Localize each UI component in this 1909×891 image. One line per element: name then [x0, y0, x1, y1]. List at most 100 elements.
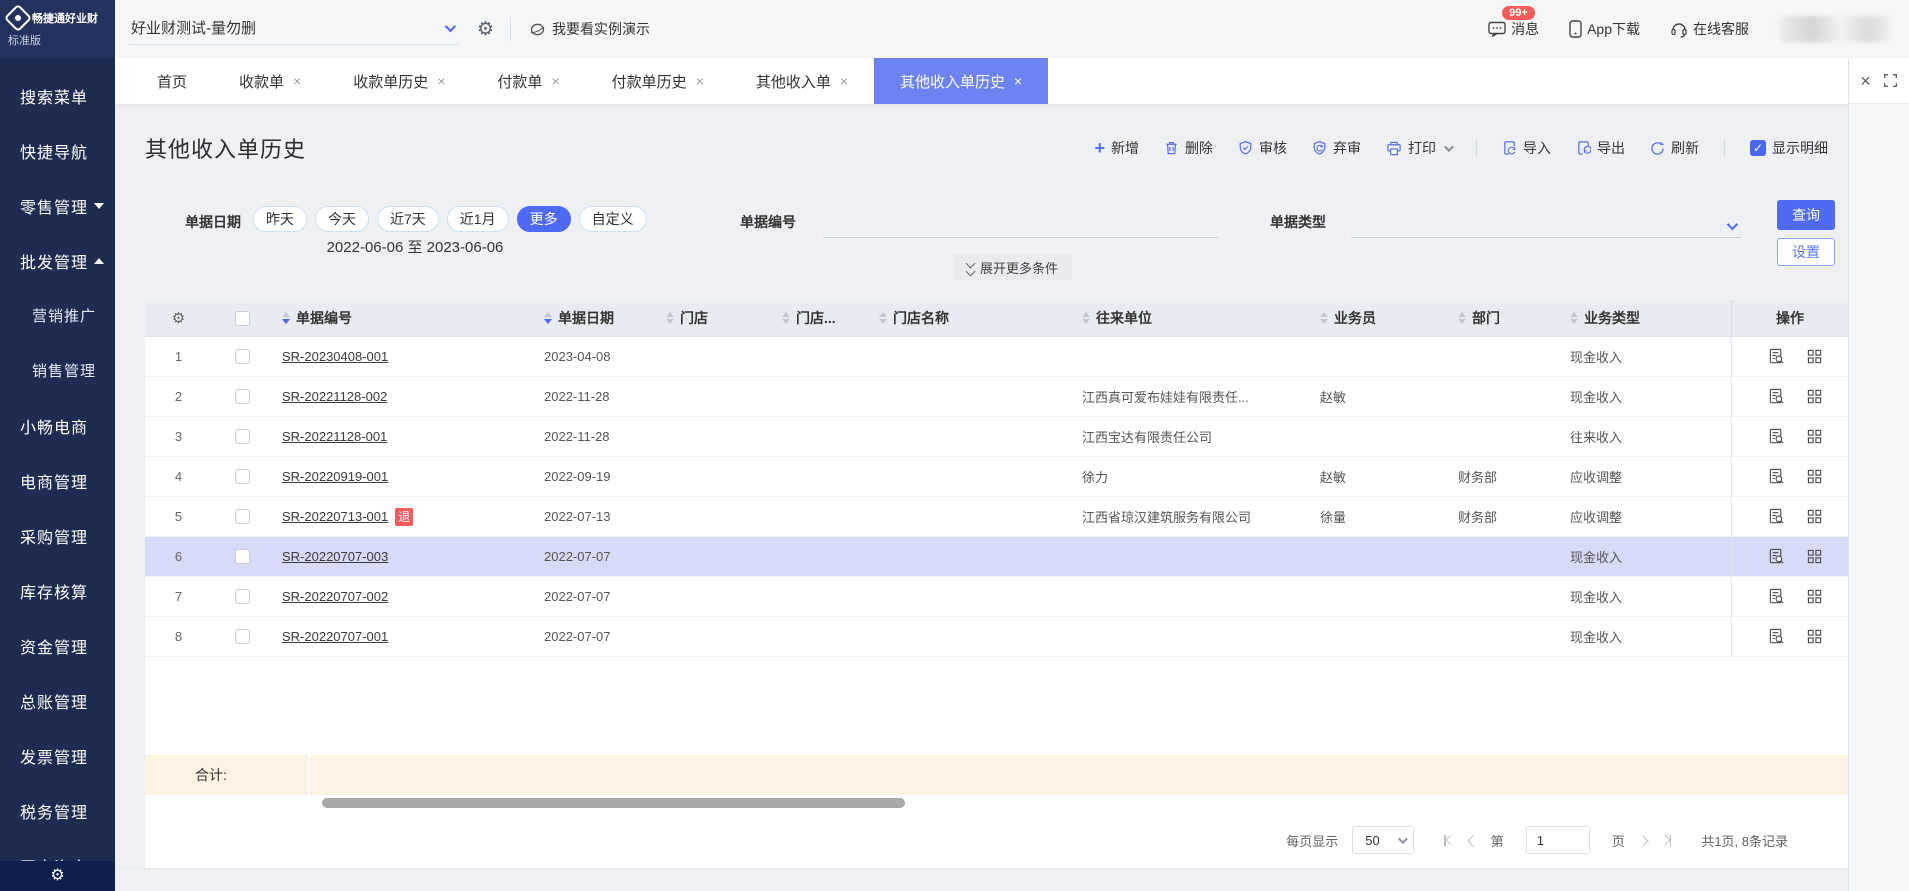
table-row-7[interactable]: 7 SR-20220707-002 2022-07-07 现金收入 — [145, 577, 1848, 617]
column-header-4[interactable]: 门店... — [772, 300, 869, 336]
sidebar-item-3[interactable]: 零售管理 — [0, 178, 115, 233]
tab-close-icon[interactable]: × — [551, 73, 559, 89]
date-pill-昨天[interactable]: 昨天 — [253, 206, 307, 232]
grid-icon[interactable] — [1807, 469, 1822, 484]
sidebar-item-8[interactable]: 电商管理 — [0, 453, 115, 508]
doc-no-link[interactable]: SR-20220707-002 — [282, 589, 388, 604]
doc-search-icon[interactable] — [1768, 548, 1785, 565]
doc-no-link[interactable]: SR-20230408-001 — [282, 349, 388, 364]
sort-icon[interactable] — [282, 312, 290, 324]
settings-button[interactable]: 设置 — [1777, 238, 1835, 266]
tab-close-icon[interactable]: × — [437, 73, 445, 89]
tab-close-icon[interactable]: × — [1014, 73, 1022, 89]
toolbar-button-删除[interactable]: 删除 — [1164, 138, 1213, 158]
sidebar-item-11[interactable]: 资金管理 — [0, 618, 115, 673]
sidebar-item-14[interactable]: 税务管理 — [0, 783, 115, 838]
tab-3[interactable]: 收款单历史 × — [327, 58, 471, 104]
last-page-button[interactable] — [1659, 834, 1672, 846]
column-header-7[interactable]: 业务员 — [1310, 300, 1448, 336]
table-row-4[interactable]: 4 SR-20220919-001 2022-09-19 徐力 赵敏 财务部 应收调整 — [145, 457, 1848, 497]
sidebar-item-13[interactable]: 发票管理 — [0, 728, 115, 783]
tab-5[interactable]: 付款单历史 × — [586, 58, 730, 104]
tab-2[interactable]: 收款单 × — [213, 58, 327, 104]
toolbar-button-刷新[interactable]: 刷新 — [1650, 138, 1699, 158]
table-row-8[interactable]: 8 SR-20220707-001 2022-07-07 现金收入 — [145, 617, 1848, 657]
grid-icon[interactable] — [1807, 429, 1822, 444]
row-checkbox[interactable] — [234, 589, 250, 604]
doc-search-icon[interactable] — [1768, 628, 1785, 645]
grid-icon[interactable] — [1807, 389, 1822, 404]
prev-page-button[interactable] — [1467, 833, 1479, 848]
grid-icon[interactable] — [1807, 629, 1822, 644]
sidebar-item-10[interactable]: 库存核算 — [0, 563, 115, 618]
sort-icon[interactable] — [1320, 312, 1328, 324]
first-page-button[interactable] — [1444, 834, 1457, 846]
tab-close-icon[interactable]: × — [293, 73, 301, 89]
date-pill-自定义[interactable]: 自定义 — [578, 206, 647, 232]
demo-link[interactable]: 我要看实例演示 — [529, 19, 650, 39]
expand-more-button[interactable]: 展开更多条件 — [953, 254, 1073, 280]
sort-icon[interactable] — [666, 312, 674, 324]
doc-no-link[interactable]: SR-20221128-001 — [282, 429, 387, 444]
sidebar-item-7[interactable]: 小畅电商 — [0, 398, 115, 453]
date-pill-近7天[interactable]: 近7天 — [377, 206, 439, 232]
online-service-button[interactable]: 在线客服 — [1670, 19, 1749, 39]
sidebar-settings-bar[interactable]: ⚙ — [0, 861, 115, 891]
doc-search-icon[interactable] — [1768, 468, 1785, 485]
toolbar-button-导出[interactable]: 导出 — [1576, 138, 1625, 158]
column-header-1[interactable]: 单据编号 — [272, 300, 534, 336]
doc-no-input[interactable] — [823, 214, 1218, 238]
table-row-5[interactable]: 5 SR-20220713-001 退 2022-07-13 江西省琼汉建筑服务有限公司… — [145, 497, 1848, 537]
row-checkbox[interactable] — [234, 509, 250, 524]
row-checkbox[interactable] — [234, 549, 250, 564]
sidebar-item-9[interactable]: 采购管理 — [0, 508, 115, 563]
grid-icon[interactable] — [1807, 549, 1822, 564]
sort-icon[interactable] — [1570, 312, 1578, 324]
sort-icon[interactable] — [1082, 312, 1090, 324]
date-pill-更多[interactable]: 更多 — [516, 206, 571, 232]
tab-close-icon[interactable]: × — [840, 73, 848, 89]
toolbar-button-审核[interactable]: 审核 — [1238, 138, 1287, 158]
doc-search-icon[interactable] — [1768, 508, 1785, 525]
page-number-input[interactable] — [1525, 826, 1590, 854]
column-header-8[interactable]: 部门 — [1448, 300, 1560, 336]
doc-search-icon[interactable] — [1768, 588, 1785, 605]
grid-icon[interactable] — [1807, 349, 1822, 364]
select-all-checkbox[interactable] — [234, 310, 250, 326]
column-settings-gear[interactable]: ⚙ — [145, 300, 212, 336]
row-checkbox[interactable] — [234, 349, 250, 364]
doc-type-select[interactable] — [1351, 214, 1741, 238]
sidebar-item-4[interactable]: 批发管理 — [0, 233, 115, 288]
tab-close-icon[interactable]: × — [696, 73, 704, 89]
table-row-6[interactable]: 6 SR-20220707-003 2022-07-07 现金收入 — [145, 537, 1848, 577]
column-header-3[interactable]: 门店 — [656, 300, 772, 336]
grid-icon[interactable] — [1807, 589, 1822, 604]
toolbar-button-弃审[interactable]: 弃审 — [1312, 138, 1361, 158]
doc-no-link[interactable]: SR-20221128-002 — [282, 389, 387, 404]
app-download-button[interactable]: App下载 — [1569, 19, 1640, 39]
sort-icon[interactable] — [782, 312, 790, 324]
gear-icon[interactable]: ⚙ — [477, 18, 494, 41]
row-checkbox[interactable] — [234, 629, 250, 644]
date-pill-今天[interactable]: 今天 — [315, 206, 369, 232]
search-button[interactable]: 查询 — [1777, 200, 1835, 230]
doc-search-icon[interactable] — [1768, 388, 1785, 405]
sidebar-item-12[interactable]: 总账管理 — [0, 673, 115, 728]
row-checkbox[interactable] — [234, 389, 250, 404]
sort-icon[interactable] — [879, 312, 887, 324]
doc-no-link[interactable]: SR-20220707-003 — [282, 549, 388, 564]
column-header-5[interactable]: 门店名称 — [869, 300, 1072, 336]
sidebar-item-2[interactable]: 快捷导航 — [0, 123, 115, 178]
column-header-9[interactable]: 业务类型 — [1560, 300, 1696, 336]
tab-1[interactable]: 首页 — [131, 58, 213, 104]
horizontal-scrollbar-thumb[interactable] — [322, 798, 905, 808]
tab-7[interactable]: 其他收入单历史 × — [874, 58, 1049, 104]
doc-search-icon[interactable] — [1768, 348, 1785, 365]
sort-icon[interactable] — [1458, 312, 1466, 324]
tab-4[interactable]: 付款单 × — [471, 58, 585, 104]
doc-no-link[interactable]: SR-20220707-001 — [282, 629, 388, 644]
table-row-2[interactable]: 2 SR-20221128-002 2022-11-28 江西真可爱布娃娃有限责任..… — [145, 377, 1848, 417]
sort-icon[interactable] — [544, 312, 552, 324]
user-name-redacted[interactable] — [1779, 16, 1891, 42]
date-pill-近1月[interactable]: 近1月 — [446, 206, 509, 232]
